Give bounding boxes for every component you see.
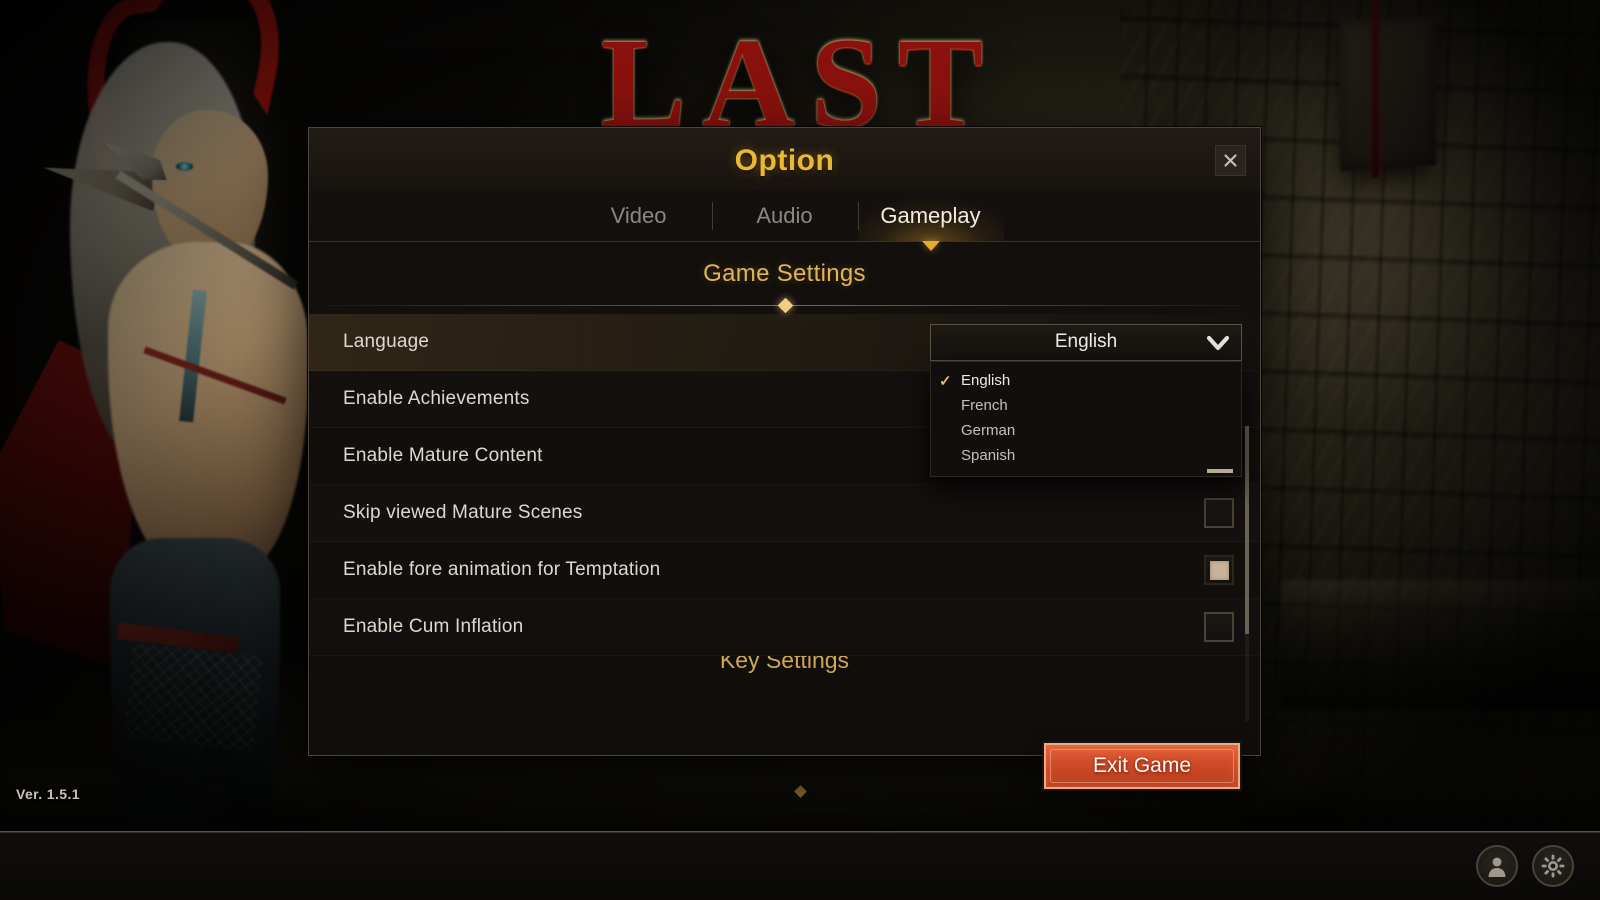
dropdown-option-german[interactable]: ✓ German <box>931 418 1241 443</box>
row-control <box>1204 498 1242 528</box>
bottom-bar <box>0 834 1600 900</box>
tab-label: Gameplay <box>880 202 981 228</box>
option-label: English <box>961 371 1011 389</box>
dialog-titlebar: Option <box>309 128 1260 190</box>
tab-audio[interactable]: Audio <box>711 190 858 241</box>
gear-icon <box>1541 854 1565 878</box>
row-label: Language <box>343 331 430 352</box>
close-button[interactable] <box>1215 145 1246 176</box>
option-label: Spanish <box>961 446 1016 464</box>
tab-label: Audio <box>756 202 813 228</box>
settings-row-enable-fore-animation[interactable]: Enable fore animation for Temptation <box>309 542 1260 599</box>
settings-row-enable-cum-inflation[interactable]: Enable Cum Inflation <box>309 599 1260 656</box>
bottom-bar-icons <box>1476 845 1574 887</box>
option-label: German <box>961 421 1016 439</box>
option-dialog: Option Video Audio Gameplay Game Setting… <box>308 127 1261 789</box>
dropdown-selected-value: English <box>1054 331 1118 352</box>
profile-button[interactable] <box>1476 845 1518 887</box>
row-label: Enable Mature Content <box>343 445 543 466</box>
row-control <box>1204 612 1242 642</box>
section-title: Game Settings <box>703 260 866 287</box>
checkbox-fill <box>1209 560 1229 580</box>
settings-tabs: Video Audio Gameplay <box>309 190 1260 251</box>
settings-scrollbar-track[interactable] <box>1245 426 1249 722</box>
row-label: Enable Achievements <box>343 388 530 409</box>
exit-game-button[interactable]: Exit Game <box>1044 743 1240 789</box>
checkbox-enable-cum-inflation[interactable] <box>1204 612 1234 642</box>
dialog-title: Option <box>734 144 835 177</box>
row-label: Skip viewed Mature Scenes <box>343 502 583 523</box>
settings-button[interactable] <box>1532 845 1574 887</box>
settings-rows: Language English ✓ English French German… <box>309 314 1260 686</box>
section-diamond-ornament <box>777 297 793 314</box>
dropdown-resize-handle[interactable] <box>1207 468 1233 473</box>
tab-label: Video <box>610 202 667 228</box>
game-screen: LAST Continue New Game Load Game Option … <box>0 0 1600 900</box>
dialog-footer: Exit Game <box>309 722 1260 810</box>
exit-game-label: Exit Game <box>1092 754 1192 777</box>
option-label: French <box>961 396 1008 414</box>
dropdown-option-english[interactable]: ✓ English <box>931 368 1241 393</box>
next-section-title: Key Settings <box>719 656 850 673</box>
checkmark-icon: ✓ <box>939 372 952 390</box>
language-dropdown-list: ✓ English ✓ French ✓ German <box>930 360 1242 477</box>
dropdown-option-spanish[interactable]: ✓ Spanish <box>931 443 1241 468</box>
tab-gameplay[interactable]: Gameplay <box>857 190 1004 251</box>
settings-scrollbar-thumb[interactable] <box>1245 426 1249 634</box>
tab-video[interactable]: Video <box>566 190 712 241</box>
row-control: English ✓ English ✓ <box>930 323 1242 477</box>
close-icon <box>1224 154 1237 167</box>
settings-row-language[interactable]: Language English ✓ English French German… <box>309 314 1260 477</box>
chevron-down-icon <box>1207 335 1229 350</box>
settings-row-skip-viewed-mature-scenes[interactable]: Skip viewed Mature Scenes <box>309 485 1260 542</box>
row-control <box>1204 555 1242 585</box>
version-label: Ver. 1.5.1 <box>16 786 80 802</box>
settings-scroll-area[interactable]: Language English ✓ English French German… <box>309 314 1260 722</box>
row-label: Enable fore animation for Temptation <box>343 559 661 580</box>
language-dropdown[interactable]: English ✓ English ✓ <box>930 323 1242 477</box>
next-section-header-partial: Key Settings <box>309 656 1260 686</box>
section-header: Game Settings <box>309 242 1260 314</box>
checkbox-skip-viewed-mature-scenes[interactable] <box>1204 498 1234 528</box>
row-label: Enable Cum Inflation <box>343 616 524 637</box>
dropdown-option-french[interactable]: ✓ French <box>931 393 1241 418</box>
profile-icon <box>1488 857 1506 877</box>
checkbox-enable-fore-animation[interactable] <box>1204 555 1234 585</box>
